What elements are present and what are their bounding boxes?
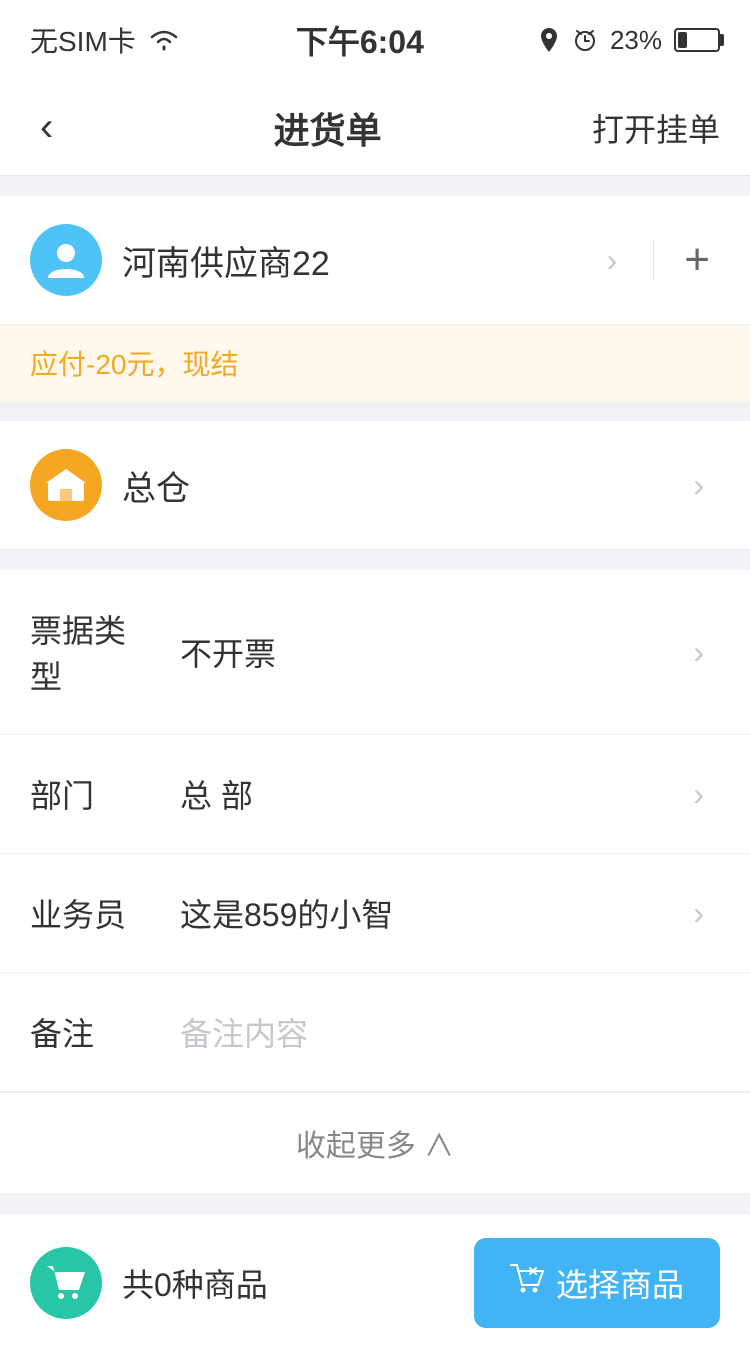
wifi-icon — [146, 27, 182, 53]
battery-percent: 23% — [610, 25, 662, 56]
carrier-text: 无SIM卡 — [30, 20, 136, 60]
section-gap-3 — [0, 550, 750, 570]
select-product-button[interactable]: 选择商品 — [474, 1238, 720, 1328]
battery-icon — [674, 28, 720, 52]
department-chevron-icon: › — [693, 776, 704, 813]
collapse-row[interactable]: 收起更多 ∧ — [0, 1092, 750, 1193]
supplier-row[interactable]: 河南供应商22 › + — [0, 196, 750, 325]
notice-text: 应付-20元，现结 — [30, 349, 238, 380]
select-cart-icon — [510, 1264, 544, 1294]
status-right: 23% — [538, 25, 720, 56]
warehouse-name: 总仓 — [122, 461, 693, 510]
product-count-text: 共0种商品 — [122, 1260, 474, 1306]
section-gap-2 — [0, 401, 750, 421]
notice-bar: 应付-20元，现结 — [0, 325, 750, 401]
warehouse-icon — [46, 467, 86, 503]
department-row[interactable]: 部门 总 部 › — [0, 735, 750, 854]
invoice-type-value: 不开票 — [180, 629, 693, 675]
invoice-type-chevron-icon: › — [693, 634, 704, 671]
product-icon-bg — [30, 1247, 102, 1319]
select-btn-icon — [510, 1264, 544, 1302]
supplier-avatar — [30, 224, 102, 296]
supplier-name: 河南供应商22 — [122, 236, 607, 285]
remark-label: 备注 — [30, 1009, 150, 1055]
page-content: 河南供应商22 › + 应付-20元，现结 总仓 › 票据类型 不开票 › — [0, 176, 750, 1352]
warehouse-icon-bg — [30, 449, 102, 521]
select-btn-label: 选择商品 — [556, 1260, 684, 1306]
person-icon — [44, 238, 88, 282]
collapse-label: 收起更多 ∧ — [296, 1121, 454, 1165]
alarm-icon — [572, 26, 598, 54]
status-time: 下午6:04 — [296, 17, 424, 63]
warehouse-chevron-icon: › — [693, 467, 704, 504]
form-card: 票据类型 不开票 › 部门 总 部 › 业务员 这是859的小智 › 备注 备注… — [0, 570, 750, 1193]
invoice-type-row[interactable]: 票据类型 不开票 › — [0, 570, 750, 735]
salesperson-chevron-icon: › — [693, 895, 704, 932]
cart-icon — [45, 1264, 87, 1302]
location-icon — [538, 26, 560, 54]
status-carrier: 无SIM卡 — [30, 20, 182, 60]
open-hang-button[interactable]: 打开挂单 — [592, 105, 720, 151]
warehouse-row[interactable]: 总仓 › — [0, 421, 750, 550]
back-button[interactable]: ‹ — [30, 95, 63, 160]
salesperson-value: 这是859的小智 — [180, 890, 693, 936]
remark-row[interactable]: 备注 备注内容 — [0, 973, 750, 1092]
page-title: 进货单 — [274, 102, 382, 154]
supplier-chevron-icon: › — [607, 242, 618, 279]
battery-fill — [678, 32, 688, 48]
salesperson-row[interactable]: 业务员 这是859的小智 › — [0, 854, 750, 973]
nav-bar: ‹ 进货单 打开挂单 — [0, 80, 750, 176]
status-bar: 无SIM卡 下午6:04 23% — [0, 0, 750, 80]
remark-value: 备注内容 — [180, 1009, 720, 1055]
salesperson-label: 业务员 — [30, 890, 150, 936]
supplier-card: 河南供应商22 › + 应付-20元，现结 — [0, 196, 750, 401]
add-supplier-button[interactable]: + — [674, 235, 720, 285]
bottom-bar: 共0种商品 选择商品 — [0, 1213, 750, 1352]
invoice-type-label: 票据类型 — [30, 606, 150, 698]
section-gap-1 — [0, 176, 750, 196]
department-value: 总 部 — [180, 771, 693, 817]
department-label: 部门 — [30, 771, 150, 817]
divider — [653, 240, 654, 280]
